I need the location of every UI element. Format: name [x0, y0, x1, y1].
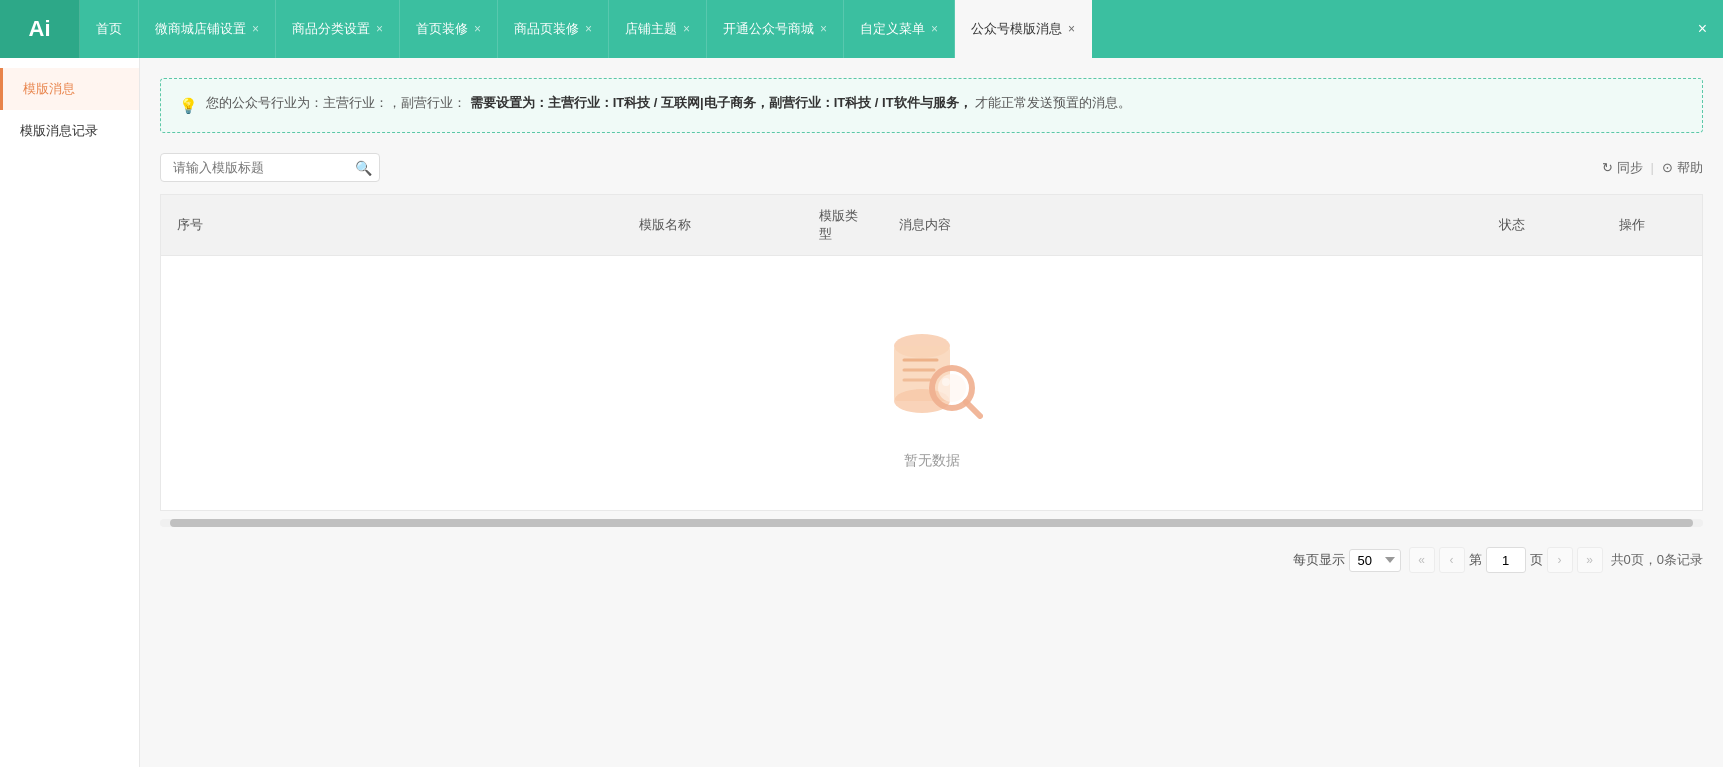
- sync-button[interactable]: ↻ 同步: [1602, 159, 1643, 177]
- pagination: 每页显示 50 10 20 100 « ‹ 第 页 › » 共0页，0条记录: [160, 535, 1703, 577]
- page-label: 第: [1469, 551, 1482, 569]
- col-actions: 操作: [1603, 195, 1703, 256]
- empty-icon: [872, 316, 992, 436]
- table-header: 序号 模版名称 模版类型 消息内容 状态 操作: [161, 195, 1703, 256]
- help-icon: ⊙: [1662, 160, 1673, 175]
- nav-home-decor[interactable]: 首页装修 ×: [400, 0, 498, 58]
- page-size-label: 每页显示: [1293, 551, 1345, 569]
- page-size-dropdown[interactable]: 50 10 20 100: [1349, 549, 1401, 572]
- svg-point-7: [938, 374, 966, 402]
- close-open-mall[interactable]: ×: [820, 22, 827, 36]
- close-store-theme[interactable]: ×: [683, 22, 690, 36]
- sidebar-item-template-message-log[interactable]: 模版消息记录: [0, 110, 139, 152]
- close-category-settings[interactable]: ×: [376, 22, 383, 36]
- next-page-button[interactable]: ›: [1547, 547, 1573, 573]
- close-custom-menu[interactable]: ×: [931, 22, 938, 36]
- close-product-decor[interactable]: ×: [585, 22, 592, 36]
- nav-shop-settings[interactable]: 微商城店铺设置 ×: [139, 0, 276, 58]
- notice-icon: 💡: [179, 94, 198, 118]
- col-content: 消息内容: [883, 195, 1483, 256]
- close-all-tabs[interactable]: ×: [1682, 0, 1723, 58]
- scrollbar-thumb[interactable]: [170, 519, 1693, 527]
- nav-custom-menu[interactable]: 自定义菜单 ×: [844, 0, 955, 58]
- empty-state: 暂无数据: [161, 256, 1702, 510]
- page-nav: « ‹ 第 页 › »: [1409, 547, 1603, 573]
- last-page-button[interactable]: »: [1577, 547, 1603, 573]
- search-right: ↻ 同步 | ⊙ 帮助: [1602, 159, 1703, 177]
- divider: |: [1651, 160, 1654, 175]
- scrollbar-area[interactable]: [160, 519, 1703, 527]
- empty-text: 暂无数据: [161, 452, 1702, 470]
- col-index: 序号: [161, 195, 623, 256]
- help-button[interactable]: ⊙ 帮助: [1662, 159, 1703, 177]
- col-name: 模版名称: [623, 195, 803, 256]
- page-number-input[interactable]: [1486, 547, 1526, 573]
- col-type: 模版类型: [803, 195, 883, 256]
- page-unit: 页: [1530, 551, 1543, 569]
- search-input-wrap: 🔍: [160, 153, 380, 182]
- close-home-decor[interactable]: ×: [474, 22, 481, 36]
- search-bar: 🔍 ↻ 同步 | ⊙ 帮助: [160, 153, 1703, 182]
- nav-home[interactable]: 首页: [80, 0, 139, 58]
- brand-logo: Ai: [0, 0, 80, 58]
- nav-product-decor[interactable]: 商品页装修 ×: [498, 0, 609, 58]
- search-icon[interactable]: 🔍: [355, 160, 372, 176]
- sidebar-item-template-message[interactable]: 模版消息: [0, 68, 139, 110]
- table-body: 暂无数据: [161, 256, 1703, 511]
- first-page-button[interactable]: «: [1409, 547, 1435, 573]
- prev-page-button[interactable]: ‹: [1439, 547, 1465, 573]
- nav-store-theme[interactable]: 店铺主题 ×: [609, 0, 707, 58]
- nav-category-settings[interactable]: 商品分类设置 ×: [276, 0, 400, 58]
- notice-box: 💡 您的公众号行业为：主营行业：，副营行业： 需要设置为：主营行业：IT科技 /…: [160, 78, 1703, 133]
- nav-template-msg[interactable]: 公众号模版消息 ×: [955, 0, 1092, 58]
- total-info: 共0页，0条记录: [1611, 551, 1703, 569]
- content-area: 💡 您的公众号行业为：主营行业：，副营行业： 需要设置为：主营行业：IT科技 /…: [140, 58, 1723, 767]
- svg-point-9: [942, 378, 950, 386]
- sidebar: 模版消息 模版消息记录: [0, 58, 140, 767]
- close-shop-settings[interactable]: ×: [252, 22, 259, 36]
- top-nav: Ai 首页 微商城店铺设置 × 商品分类设置 × 首页装修 × 商品页装修 × …: [0, 0, 1723, 58]
- data-table: 序号 模版名称 模版类型 消息内容 状态 操作: [160, 194, 1703, 511]
- close-template-msg[interactable]: ×: [1068, 22, 1075, 36]
- main-layout: 模版消息 模版消息记录 💡 您的公众号行业为：主营行业：，副营行业： 需要设置为…: [0, 58, 1723, 767]
- sync-icon: ↻: [1602, 160, 1613, 175]
- search-input[interactable]: [160, 153, 380, 182]
- page-size-select: 每页显示 50 10 20 100: [1293, 549, 1401, 572]
- nav-open-mall[interactable]: 开通公众号商城 ×: [707, 0, 844, 58]
- col-status: 状态: [1483, 195, 1603, 256]
- svg-line-8: [966, 402, 980, 416]
- notice-text: 您的公众号行业为：主营行业：，副营行业： 需要设置为：主营行业：IT科技 / 互…: [206, 93, 1131, 114]
- search-left: 🔍: [160, 153, 380, 182]
